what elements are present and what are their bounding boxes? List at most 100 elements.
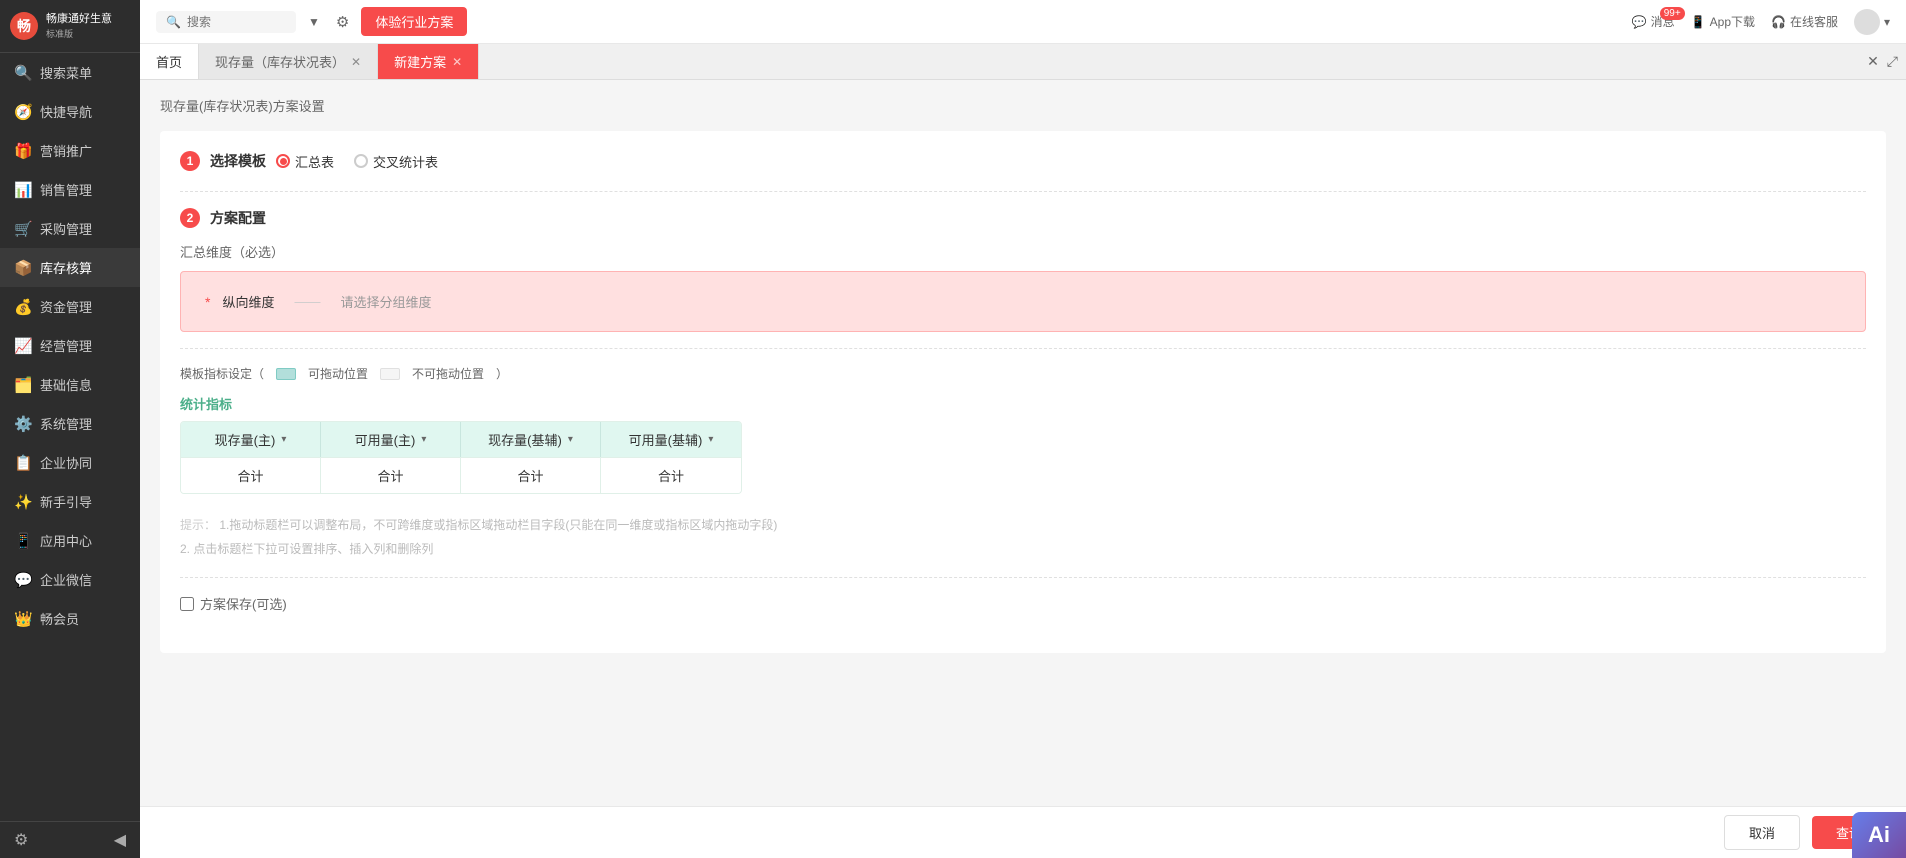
stats-header-col4: 可用量(基辅) ▾: [601, 422, 741, 457]
movable-indicator-box: [276, 368, 296, 380]
app-download-label: App下载: [1710, 13, 1755, 30]
tab-new-plan[interactable]: 新建方案 ✕: [378, 44, 479, 79]
sidebar-item-label: 营销推广: [40, 141, 92, 160]
inventory-icon: 📦: [14, 259, 32, 277]
tips-section: 提示： 1.拖动标题栏可以调整布局，不可跨维度或指标区域拖动栏目字段(只能在同一…: [180, 513, 1866, 561]
fixed-indicator-box: [380, 368, 400, 380]
sidebar-item-finance[interactable]: 💰 资金管理: [0, 287, 140, 326]
avatar: [1854, 9, 1880, 35]
app-edition: 标准版: [46, 27, 112, 40]
basic-icon: 🗂️: [14, 376, 32, 394]
message-button[interactable]: 💬 消息 99+: [1632, 13, 1675, 30]
sidebar-item-sales[interactable]: 📊 销售管理: [0, 170, 140, 209]
app-download-button[interactable]: 📱 App下载: [1691, 13, 1755, 30]
stats-header-col1-label: 现存量(主): [215, 430, 276, 449]
stats-header-col4-label: 可用量(基辅): [629, 430, 703, 449]
template-indicator-close: ）: [496, 365, 508, 382]
radio-cross[interactable]: 交叉统计表: [354, 152, 438, 171]
fixed-label: 不可拖动位置: [412, 365, 484, 382]
tab-home-label: 首页: [156, 52, 182, 71]
tab-home[interactable]: 首页: [140, 44, 199, 79]
stats-table: 现存量(主) ▾ 可用量(主) ▾ 现存量(基辅) ▾: [180, 421, 742, 494]
ai-badge[interactable]: Ai: [1852, 812, 1906, 858]
gear-icon[interactable]: ⚙: [336, 13, 349, 31]
phone-icon: 📱: [1691, 15, 1706, 29]
search-box: 🔍: [156, 11, 296, 33]
system-icon: ⚙️: [14, 415, 32, 433]
tab-inventory-close[interactable]: ✕: [351, 55, 361, 69]
step2-title: 方案配置: [210, 208, 266, 228]
radio-cross-label: 交叉统计表: [373, 152, 438, 171]
sidebar-item-label: 快捷导航: [40, 102, 92, 121]
movable-label: 可拖动位置: [308, 365, 368, 382]
stats-col1-dropdown[interactable]: ▾: [281, 434, 286, 445]
stats-col4-dropdown[interactable]: ▾: [708, 434, 713, 445]
operations-icon: 📈: [14, 337, 32, 355]
sidebar-item-label: 畅会员: [40, 609, 79, 628]
sidebar-item-apps[interactable]: 📱 应用中心: [0, 521, 140, 560]
step2-section: 2 方案配置 汇总维度（必选） * 纵向维度 —— 请选择分组维度 模板指标设定…: [180, 208, 1866, 613]
sidebar-item-basic[interactable]: 🗂️ 基础信息: [0, 365, 140, 404]
stats-col2-dropdown[interactable]: ▾: [421, 434, 426, 445]
expand-panel-button[interactable]: ⤢: [1887, 53, 1898, 70]
sidebar-item-wechat[interactable]: 💬 企业微信: [0, 560, 140, 599]
tip2: 2. 点击标题栏下拉可设置排序、插入列和删除列: [180, 542, 433, 556]
dropdown-arrow[interactable]: ▼: [308, 15, 320, 29]
tab-new-plan-close[interactable]: ✕: [452, 55, 462, 69]
cancel-button[interactable]: 取消: [1724, 815, 1800, 850]
sidebar-bottom: ⚙ ◀: [0, 821, 140, 858]
sidebar-item-operations[interactable]: 📈 经营管理: [0, 326, 140, 365]
template-radio-group: 汇总表 交叉统计表: [276, 152, 438, 171]
search-input[interactable]: [187, 15, 277, 29]
service-button[interactable]: 🎧 在线客服: [1771, 13, 1838, 30]
tab-actions: ✕ ⤢: [1867, 53, 1906, 70]
app-name: 畅康通好生意: [46, 12, 112, 26]
required-area: * 纵向维度 —— 请选择分组维度: [180, 271, 1866, 332]
message-badge: 99+: [1660, 7, 1685, 20]
tabs-bar: 首页 现存量（库存状况表） ✕ 新建方案 ✕ ✕ ⤢: [140, 44, 1906, 80]
divider1: [180, 191, 1866, 192]
sidebar-item-member[interactable]: 👑 畅会员: [0, 599, 140, 638]
sidebar: 畅 畅康通好生意 标准版 🔍 搜索菜单 🧭 快捷导航 🎁 营销推广 📊 销售管理…: [0, 0, 140, 858]
stats-cell-4: 合计: [601, 457, 741, 493]
sidebar-item-label: 库存核算: [40, 258, 92, 277]
close-panel-button[interactable]: ✕: [1867, 53, 1879, 70]
chevron-down-icon: ▾: [1884, 15, 1890, 29]
sidebar-item-nav[interactable]: 🧭 快捷导航: [0, 92, 140, 131]
sidebar-item-marketing[interactable]: 🎁 营销推广: [0, 131, 140, 170]
radio-cross-circle: [354, 154, 368, 168]
stats-cell-3: 合计: [461, 457, 601, 493]
sidebar-item-label: 新手引导: [40, 492, 92, 511]
template-indicator-label: 模板指标设定（: [180, 365, 264, 382]
toggle-icon[interactable]: ◀: [114, 830, 126, 850]
marketing-icon: 🎁: [14, 142, 32, 160]
tab-inventory-label: 现存量（库存状况表）: [215, 52, 345, 71]
step2-header: 2 方案配置: [180, 208, 1866, 228]
radio-summary[interactable]: 汇总表: [276, 152, 334, 171]
tip1: 1.拖动标题栏可以调整布局，不可跨维度或指标区域拖动栏目字段(只能在同一维度或指…: [219, 518, 777, 532]
stats-col3-dropdown[interactable]: ▾: [568, 434, 573, 445]
user-menu[interactable]: ▾: [1854, 9, 1890, 35]
sidebar-item-search[interactable]: 🔍 搜索菜单: [0, 53, 140, 92]
save-option: 方案保存(可选): [180, 594, 1866, 613]
stats-cell-1: 合计: [181, 457, 321, 493]
sidebar-item-purchase[interactable]: 🛒 采购管理: [0, 209, 140, 248]
sidebar-item-inventory[interactable]: 📦 库存核算: [0, 248, 140, 287]
settings-panel: 1 选择模板 汇总表 交叉统计表: [160, 131, 1886, 653]
sidebar-scroll: 🔍 搜索菜单 🧭 快捷导航 🎁 营销推广 📊 销售管理 🛒 采购管理 📦 库存核…: [0, 53, 140, 821]
tab-inventory[interactable]: 现存量（库存状况表） ✕: [199, 44, 378, 79]
sidebar-item-system[interactable]: ⚙️ 系统管理: [0, 404, 140, 443]
sidebar-item-enterprise[interactable]: 📋 企业协同: [0, 443, 140, 482]
sidebar-item-label: 采购管理: [40, 219, 92, 238]
vertical-dim-placeholder[interactable]: 请选择分组维度: [340, 292, 431, 311]
trial-button[interactable]: 体验行业方案: [361, 7, 467, 36]
settings-icon[interactable]: ⚙: [14, 830, 28, 850]
purchase-icon: 🛒: [14, 220, 32, 238]
save-checkbox[interactable]: [180, 597, 194, 611]
sidebar-item-guide[interactable]: ✨ 新手引导: [0, 482, 140, 521]
stats-cell-2: 合计: [321, 457, 461, 493]
tips-title: 提示：: [180, 518, 216, 532]
sidebar-logo: 畅 畅康通好生意 标准版: [0, 0, 140, 53]
nav-icon: 🧭: [14, 103, 32, 121]
radio-summary-label: 汇总表: [295, 152, 334, 171]
